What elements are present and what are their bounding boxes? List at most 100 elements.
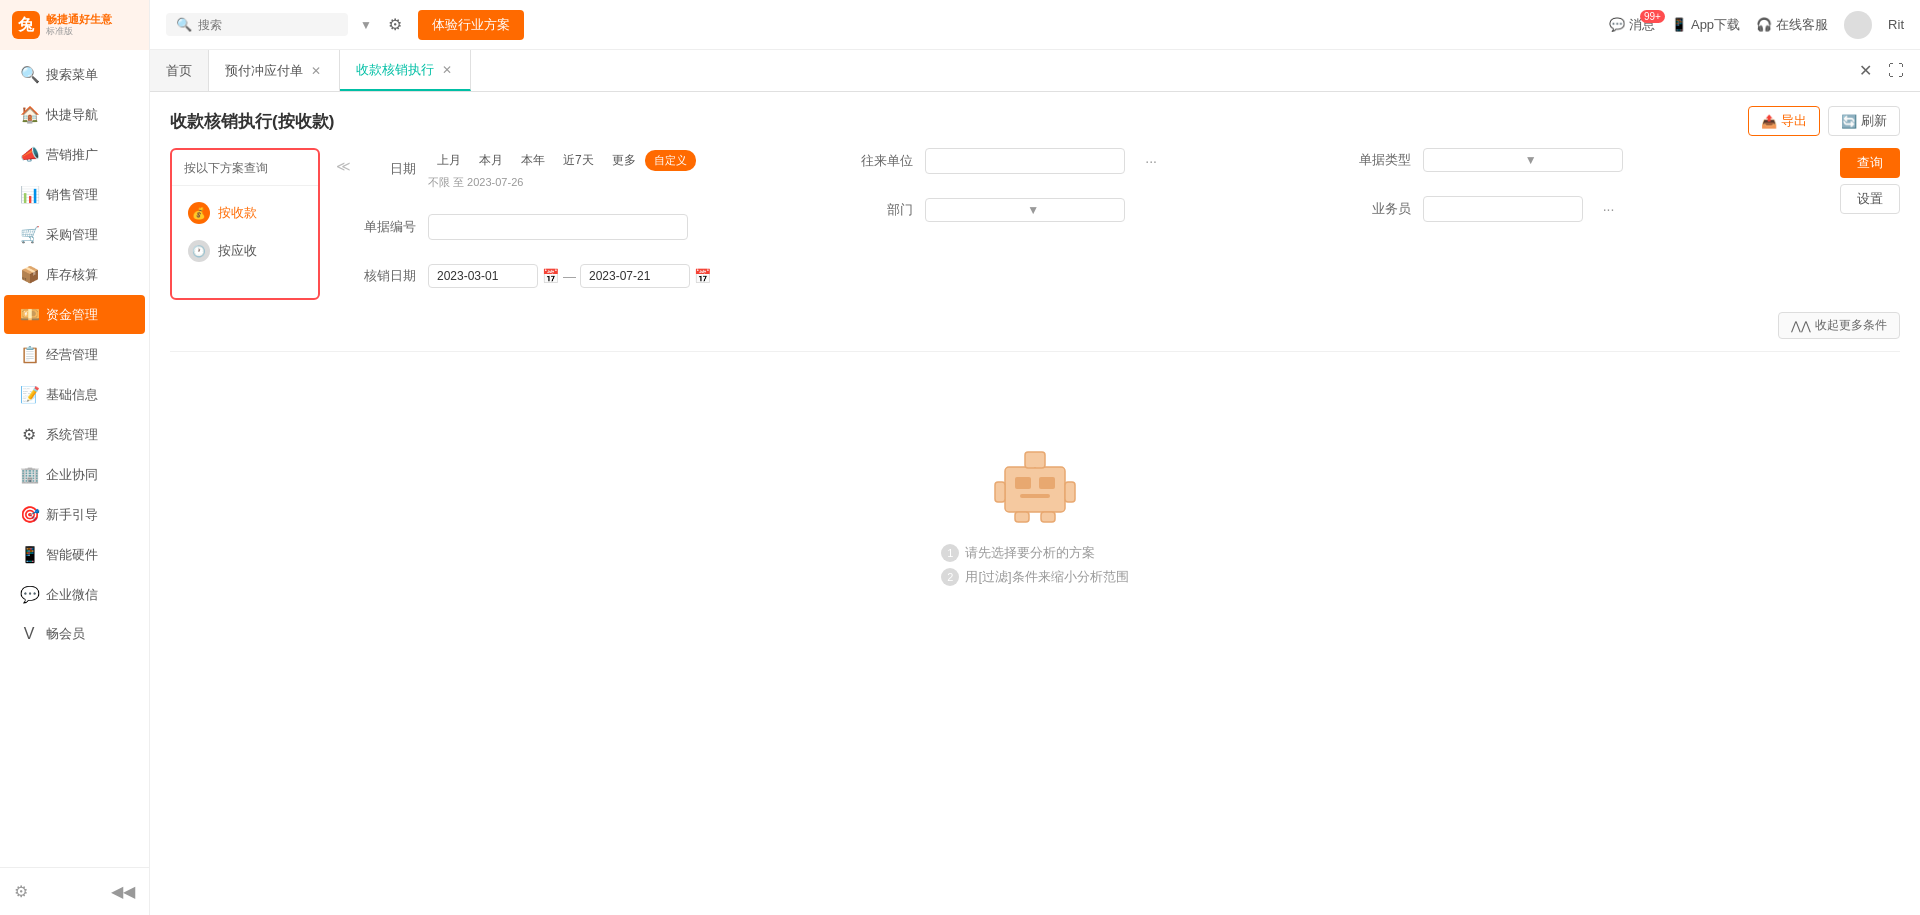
query-button[interactable]: 查询 [1840, 148, 1900, 178]
search-icon: 🔍 [176, 17, 192, 32]
sidebar-item-basic-info[interactable]: 📝 基础信息 [4, 375, 145, 414]
sidebar-item-wechat[interactable]: 💬 企业微信 [4, 575, 145, 614]
search-chevron-icon[interactable]: ▼ [360, 18, 372, 32]
doc-number-label: 单据编号 [356, 218, 416, 236]
partner-label: 往来单位 [853, 152, 913, 170]
date-tab-more[interactable]: 更多 [603, 148, 645, 173]
hint-num-1: 1 [941, 544, 959, 562]
doc-type-label: 单据类型 [1351, 151, 1411, 169]
hardware-label: 智能硬件 [46, 546, 98, 564]
sidebar-item-search-menu[interactable]: 🔍 搜索菜单 [4, 55, 145, 94]
svg-rect-4 [1025, 452, 1045, 468]
date-no-limit: 不限 至 2023-07-26 [428, 175, 837, 190]
empty-hint-1: 1 请先选择要分析的方案 [941, 544, 1128, 562]
by-receivable-icon: 🕐 [188, 240, 210, 262]
tab-collection[interactable]: 收款核销执行✕ [340, 50, 471, 91]
hint-num-2: 2 [941, 568, 959, 586]
sidebar-item-system[interactable]: ⚙ 系统管理 [4, 415, 145, 454]
finance-label: 资金管理 [46, 306, 98, 324]
topbar: 🔍 ▼ ⚙ 体验行业方案 💬 消息 99+ 📱 App下载 🎧 在线客服 Rit [150, 0, 1920, 50]
sidebar-item-purchase[interactable]: 🛒 采购管理 [4, 215, 145, 254]
by-receipt-icon: 💰 [188, 202, 210, 224]
date-filter-tabs: 上月 本月 本年 近7天 更多 自定义 [428, 148, 837, 173]
writeoff-end-date[interactable] [580, 264, 690, 288]
app-download-btn[interactable]: 📱 App下载 [1671, 16, 1740, 34]
collapse-filter-btn[interactable]: ≪ [336, 148, 356, 300]
sidebar-item-member[interactable]: V 畅会员 [4, 615, 145, 653]
date-tab-custom[interactable]: 自定义 [645, 150, 696, 171]
filter-option-by-receipt[interactable]: 💰 按收款 [172, 194, 318, 232]
system-icon: ⚙ [20, 425, 38, 444]
doc-number-input[interactable] [428, 214, 688, 240]
refresh-button[interactable]: 🔄 刷新 [1828, 106, 1900, 136]
sidebar-item-sales[interactable]: 📊 销售管理 [4, 175, 145, 214]
sidebar-item-guide[interactable]: 🎯 新手引导 [4, 495, 145, 534]
empty-illustration [985, 432, 1085, 532]
page-content: 收款核销执行(按收款) 📤 导出 🔄 刷新 按以下方案查询 [150, 92, 1920, 915]
sidebar-item-hardware[interactable]: 📱 智能硬件 [4, 535, 145, 574]
topbar-gear-icon[interactable]: ⚙ [384, 11, 406, 38]
page-header-actions: 📤 导出 🔄 刷新 [1748, 106, 1900, 136]
department-select[interactable]: ▼ [925, 198, 1125, 222]
solution-button[interactable]: 体验行业方案 [418, 10, 524, 40]
date-tab-this-month[interactable]: 本月 [470, 148, 512, 173]
doc-type-select[interactable]: ▼ [1423, 148, 1623, 172]
search-input[interactable] [198, 18, 338, 32]
sidebar-item-operation[interactable]: 📋 经营管理 [4, 335, 145, 374]
guide-label: 新手引导 [46, 506, 98, 524]
salesperson-label: 业务员 [1351, 200, 1411, 218]
message-icon: 💬 [1609, 17, 1625, 32]
export-button[interactable]: 📤 导出 [1748, 106, 1820, 136]
date-row: 日期 上月 本月 本年 近7天 更多 自定义 [356, 148, 837, 190]
more-conditions-btn[interactable]: ⋀⋀ 收起更多条件 [1778, 312, 1900, 339]
message-btn[interactable]: 💬 消息 99+ [1609, 16, 1655, 34]
sales-label: 销售管理 [46, 186, 98, 204]
filter-option-by-receivable[interactable]: 🕐 按应收 [172, 232, 318, 270]
more-conditions-area: ⋀⋀ 收起更多条件 [150, 312, 1920, 351]
svg-rect-6 [995, 482, 1005, 502]
close-tab-collection[interactable]: ✕ [440, 63, 454, 77]
filter-sidebar-title: 按以下方案查询 [172, 160, 318, 186]
topbar-right: 💬 消息 99+ 📱 App下载 🎧 在线客服 Rit [1609, 11, 1904, 39]
setting-button[interactable]: 设置 [1840, 184, 1900, 214]
wechat-icon: 💬 [20, 585, 38, 604]
collapse-sidebar-btn[interactable]: ◀◀ [101, 876, 145, 907]
service-icon: 🎧 [1756, 17, 1772, 32]
start-date-icon[interactable]: 📅 [542, 268, 559, 284]
basic-info-label: 基础信息 [46, 386, 98, 404]
tab-prepay[interactable]: 预付冲应付单✕ [209, 50, 340, 91]
sidebar-navigation: 🔍 搜索菜单 🏠 快捷导航 📣 营销推广 📊 销售管理 🛒 采购管理 📦 库存核… [0, 50, 149, 867]
page-title: 收款核销执行(按收款) [170, 110, 334, 133]
fullscreen-icon[interactable]: ⛶ [1884, 58, 1908, 84]
system-label: 系统管理 [46, 426, 98, 444]
collapse-icon: ⋀⋀ [1791, 319, 1811, 333]
doc-number-row: 单据编号 [356, 214, 837, 240]
partner-ellipsis-btn[interactable]: ··· [1137, 149, 1165, 173]
topbar-search-box[interactable]: 🔍 [166, 13, 348, 36]
sidebar-item-quick-nav[interactable]: 🏠 快捷导航 [4, 95, 145, 134]
hardware-icon: 📱 [20, 545, 38, 564]
tab-home[interactable]: 首页 [150, 50, 209, 91]
service-btn[interactable]: 🎧 在线客服 [1756, 16, 1828, 34]
settings-footer-btn[interactable]: ⚙ [4, 876, 38, 907]
end-date-icon[interactable]: 📅 [694, 268, 711, 284]
sidebar-item-finance[interactable]: 💴 资金管理 [4, 295, 145, 334]
tab-label-home: 首页 [166, 62, 192, 80]
quick-nav-icon: 🏠 [20, 105, 38, 124]
close-tab-prepay[interactable]: ✕ [309, 64, 323, 78]
basic-info-icon: 📝 [20, 385, 38, 404]
salesperson-input[interactable] [1423, 196, 1583, 222]
sidebar-item-marketing[interactable]: 📣 营销推广 [4, 135, 145, 174]
guide-icon: 🎯 [20, 505, 38, 524]
date-tab-this-year[interactable]: 本年 [512, 148, 554, 173]
sidebar-item-enterprise[interactable]: 🏢 企业协同 [4, 455, 145, 494]
date-tab-7days[interactable]: 近7天 [554, 148, 603, 173]
writeoff-start-date[interactable] [428, 264, 538, 288]
member-icon: V [20, 625, 38, 643]
doc-type-row: 单据类型 ▼ [1351, 148, 1832, 172]
sidebar-item-inventory[interactable]: 📦 库存核算 [4, 255, 145, 294]
close-tab-icon[interactable]: ✕ [1855, 57, 1876, 84]
salesperson-ellipsis-btn[interactable]: ··· [1595, 197, 1623, 221]
date-tab-last-month[interactable]: 上月 [428, 148, 470, 173]
partner-input[interactable] [925, 148, 1125, 174]
